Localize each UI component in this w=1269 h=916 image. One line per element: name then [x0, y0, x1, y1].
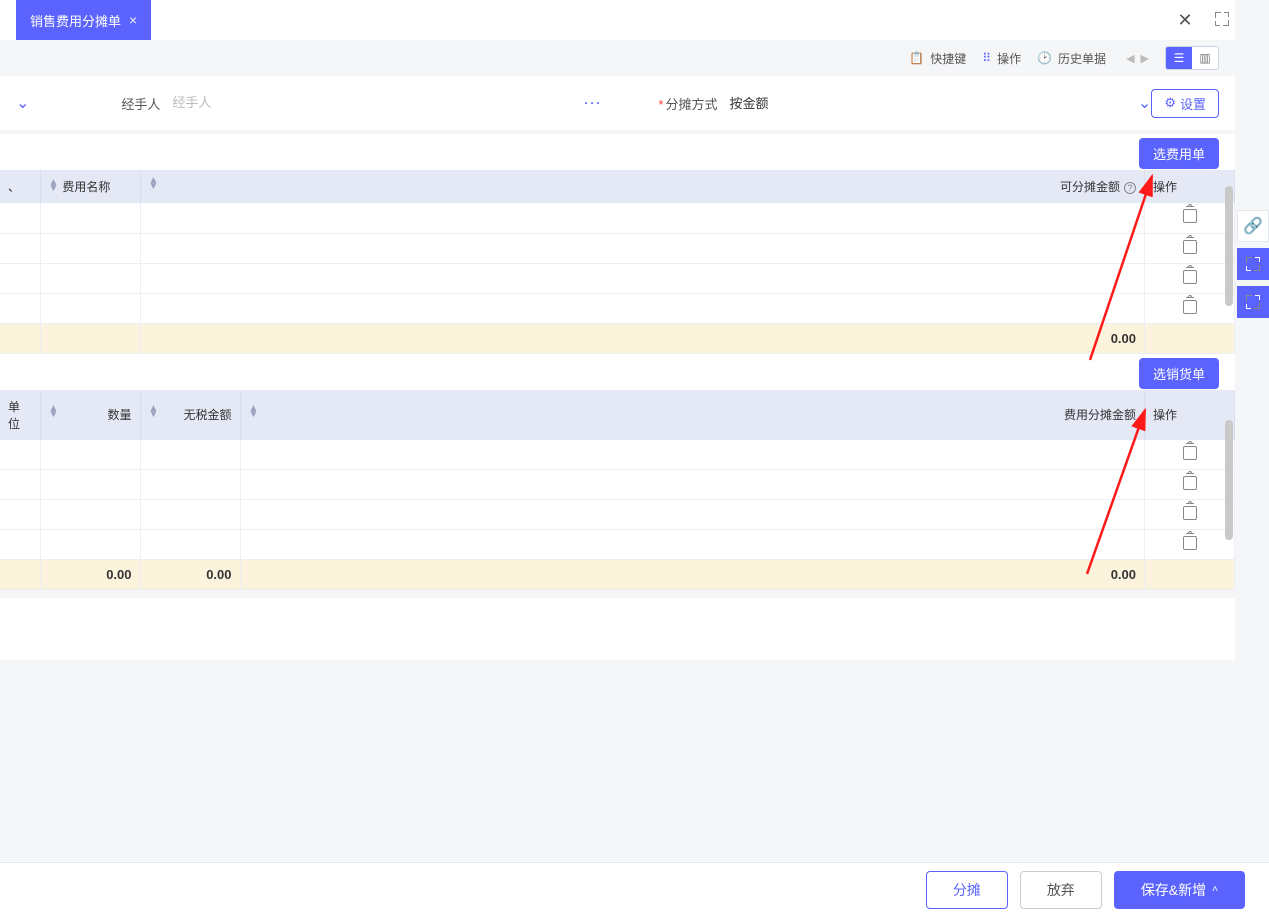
trash-icon[interactable]	[1183, 446, 1197, 460]
field-method: *分摊方式 按金额 ⌄	[658, 93, 1151, 113]
trash-icon[interactable]	[1183, 476, 1197, 490]
view-toggle: ☰ ▥	[1165, 46, 1219, 70]
clipboard-icon: 📋	[909, 51, 924, 65]
save-new-button[interactable]: 保存&新增 ˄	[1114, 871, 1245, 909]
tab-bar: 销售费用分摊单 × ✕	[0, 0, 1235, 40]
table-row	[0, 470, 1235, 500]
select-sales-button[interactable]: 选销货单	[1139, 358, 1219, 389]
table-row	[0, 203, 1235, 233]
expand-icon	[1246, 295, 1260, 309]
expense-table: 、 费用名称 可分摊金额? 操作 0.00	[0, 170, 1235, 354]
chevron-up-icon: ˄	[1212, 884, 1218, 895]
select-expense-button[interactable]: 选费用单	[1139, 138, 1219, 169]
sales-table: 单位 数量 无税金额 费用分摊金额 操作 0.00 0.00 0.00	[0, 390, 1235, 591]
table-row	[0, 263, 1235, 293]
paperclip-icon: 🔗	[1243, 216, 1263, 236]
col-operate: 操作	[1145, 390, 1235, 440]
footer: 分摊 放弃 保存&新增 ˄	[0, 862, 1269, 916]
chevron-down-icon[interactable]: ⌄	[1138, 93, 1151, 113]
operate-button[interactable]: ⠿ 操作	[982, 50, 1021, 67]
trash-icon[interactable]	[1183, 240, 1197, 254]
handler-input[interactable]	[172, 95, 572, 111]
col-alloc-amount[interactable]: 可分摊金额?	[140, 170, 1145, 203]
shortcut-label: 快捷键	[930, 50, 966, 67]
total-row: 0.00 0.00 0.00	[0, 560, 1235, 590]
operate-label: 操作	[997, 50, 1021, 67]
method-value[interactable]: 按金额	[730, 93, 930, 113]
total-qty: 0.00	[40, 560, 140, 590]
expand-button-1[interactable]	[1237, 248, 1269, 280]
history-button[interactable]: 🕑 历史单据	[1037, 50, 1106, 67]
trash-icon[interactable]	[1183, 270, 1197, 284]
gear-icon: ⚙	[1164, 95, 1176, 111]
total-notax: 0.00	[140, 560, 240, 590]
settings-button[interactable]: ⚙ 设置	[1151, 89, 1219, 118]
grid-icon: ⠿	[982, 51, 991, 65]
scrollbar[interactable]	[1225, 420, 1233, 540]
shortcut-button[interactable]: 📋 快捷键	[909, 50, 966, 67]
expense-section: 选费用单 、 费用名称 可分摊金额? 操作	[0, 134, 1235, 354]
table-row	[0, 233, 1235, 263]
attachment-button[interactable]: 🔗	[1237, 210, 1269, 242]
tab-sales-expense[interactable]: 销售费用分摊单 ×	[16, 0, 151, 40]
table-row	[0, 293, 1235, 323]
view-card[interactable]: ▥	[1192, 47, 1218, 69]
col-operate: 操作	[1145, 170, 1235, 203]
col-expense-name[interactable]: 费用名称	[40, 170, 140, 203]
table-row	[0, 500, 1235, 530]
nav-arrows: ◀ ▶	[1126, 52, 1149, 65]
col-unit[interactable]: 单位	[0, 390, 40, 440]
chevron-down-icon[interactable]: ⌄	[12, 93, 33, 113]
toolbar: 📋 快捷键 ⠿ 操作 🕑 历史单据 ◀ ▶ ☰ ▥	[0, 40, 1235, 76]
total-alloc: 0.00	[140, 323, 1145, 353]
expand-button-2[interactable]	[1237, 286, 1269, 318]
trash-icon[interactable]	[1183, 536, 1197, 550]
view-list[interactable]: ☰	[1166, 47, 1192, 69]
trash-icon[interactable]	[1183, 300, 1197, 314]
history-label: 历史单据	[1058, 50, 1106, 67]
nav-next[interactable]: ▶	[1141, 52, 1149, 65]
close-icon[interactable]: ×	[129, 12, 137, 28]
trash-icon[interactable]	[1183, 506, 1197, 520]
expand-icon	[1215, 12, 1229, 26]
more-icon[interactable]: ···	[584, 96, 602, 110]
settings-label: 设置	[1180, 94, 1206, 113]
table-row	[0, 440, 1235, 470]
save-new-label: 保存&新增	[1141, 880, 1206, 900]
field-handler: 经手人 ···	[121, 94, 602, 113]
history-icon: 🕑	[1037, 51, 1052, 65]
scrollbar[interactable]	[1225, 186, 1233, 306]
tab-title: 销售费用分摊单	[30, 11, 121, 30]
help-icon[interactable]: ?	[1124, 182, 1136, 194]
col-alloc[interactable]: 费用分摊金额	[240, 390, 1145, 440]
total-alloc: 0.00	[240, 560, 1145, 590]
fullscreen-button[interactable]	[1215, 12, 1229, 29]
col-qty[interactable]: 数量	[40, 390, 140, 440]
table-row	[0, 530, 1235, 560]
allocate-button[interactable]: 分摊	[926, 871, 1008, 909]
sales-section: 选销货单 单位 数量 无税金额 费用分摊金额 操作	[0, 354, 1235, 591]
col-handle: 、	[0, 170, 40, 203]
form-area: ⌄ 经手人 ··· *分摊方式 按金额 ⌄ ⚙ 设置	[0, 76, 1235, 130]
expand-icon	[1246, 257, 1260, 271]
method-label: 分摊方式	[665, 97, 717, 112]
remark-area	[0, 598, 1235, 660]
col-notax[interactable]: 无税金额	[140, 390, 240, 440]
side-actions: 🔗	[1237, 210, 1269, 318]
trash-icon[interactable]	[1183, 209, 1197, 223]
handler-label: 经手人	[121, 94, 160, 113]
total-row: 0.00	[0, 323, 1235, 353]
window-close-button[interactable]: ✕	[1165, 0, 1205, 40]
discard-button[interactable]: 放弃	[1020, 871, 1102, 909]
nav-prev[interactable]: ◀	[1126, 52, 1134, 65]
